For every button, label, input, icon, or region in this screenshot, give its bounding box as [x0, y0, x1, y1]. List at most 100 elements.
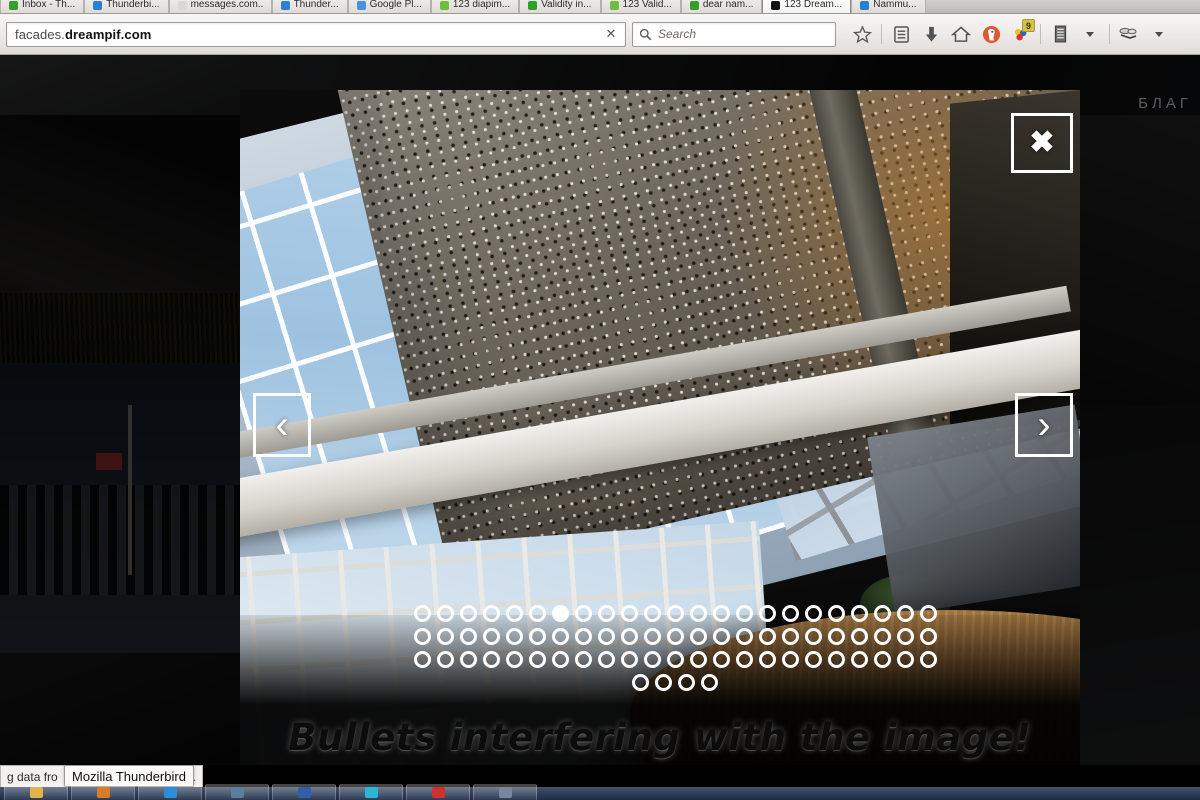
taskbar-item-recorder[interactable] — [406, 783, 470, 800]
bullet-indicator[interactable] — [528, 605, 546, 622]
browser-tab[interactable]: Inbox - Th... — [0, 0, 85, 13]
bullet-indicator[interactable] — [758, 651, 776, 668]
bullet-indicator[interactable] — [436, 651, 454, 668]
bullet-indicator[interactable] — [919, 605, 937, 622]
bullet-indicator[interactable] — [413, 651, 431, 668]
bullet-indicator[interactable] — [505, 628, 523, 645]
bullet-indicator[interactable] — [735, 605, 753, 622]
bullet-indicator[interactable] — [597, 651, 615, 668]
bullet-indicator[interactable] — [873, 628, 891, 645]
bullet-indicator[interactable] — [620, 605, 638, 622]
home-icon[interactable] — [947, 20, 975, 48]
bullet-indicator[interactable] — [678, 674, 695, 691]
browser-tab[interactable]: Nammu... — [851, 0, 926, 13]
browser-tab[interactable]: 123 Dream... — [762, 0, 852, 13]
bullet-indicator[interactable] — [873, 605, 891, 622]
bullet-indicator[interactable] — [827, 605, 845, 622]
bullet-indicator[interactable] — [643, 605, 661, 622]
bullet-indicator[interactable] — [482, 628, 500, 645]
bullet-indicator[interactable] — [655, 674, 672, 691]
bullet-indicator[interactable] — [850, 605, 868, 622]
bullet-indicator[interactable] — [689, 651, 707, 668]
bullet-indicator[interactable] — [701, 674, 718, 691]
bullet-indicator[interactable] — [781, 651, 799, 668]
bullet-indicator[interactable] — [597, 628, 615, 645]
bullet-indicator[interactable] — [505, 605, 523, 622]
browser-tab[interactable]: 123 Valid... — [600, 0, 681, 13]
bullet-indicator[interactable] — [482, 651, 500, 668]
browser-tab[interactable]: Thunder... — [271, 0, 348, 13]
browser-tab[interactable]: Validity in... — [519, 0, 601, 13]
bullet-indicator[interactable] — [804, 651, 822, 668]
fly-addon-icon[interactable] — [1115, 20, 1143, 48]
bullet-indicator[interactable] — [620, 628, 638, 645]
bullet-indicator[interactable] — [482, 605, 500, 622]
bullet-indicator[interactable] — [574, 605, 592, 622]
bullet-indicator[interactable] — [735, 651, 753, 668]
bullet-indicator[interactable] — [597, 605, 615, 622]
taskbar-item-files[interactable] — [272, 783, 336, 800]
search-box[interactable]: Search — [632, 21, 836, 47]
bullet-indicator[interactable] — [689, 605, 707, 622]
overflow-caret-icon[interactable] — [1145, 20, 1173, 48]
bullet-indicator[interactable] — [850, 651, 868, 668]
bullet-indicator[interactable] — [574, 628, 592, 645]
bullet-indicator[interactable] — [896, 605, 914, 622]
bullet-indicator[interactable] — [436, 628, 454, 645]
bullet-indicator[interactable] — [689, 628, 707, 645]
bullet-indicator[interactable] — [712, 605, 730, 622]
bullet-indicator[interactable] — [459, 605, 477, 622]
bullet-indicator[interactable] — [620, 651, 638, 668]
bullet-indicator[interactable] — [666, 628, 684, 645]
bullet-indicator[interactable] — [804, 605, 822, 622]
browser-tab[interactable]: Google Pl... — [347, 0, 431, 13]
next-arrow-icon[interactable]: › — [1015, 393, 1073, 457]
bullet-indicator[interactable] — [666, 651, 684, 668]
duckduckgo-icon[interactable] — [977, 20, 1005, 48]
taskbar-item-terminal[interactable] — [339, 783, 403, 800]
bullet-indicator[interactable] — [459, 651, 477, 668]
bullet-indicator[interactable] — [551, 605, 569, 622]
bullet-indicator[interactable] — [827, 651, 845, 668]
bullet-indicator[interactable] — [413, 605, 431, 622]
bullet-indicator[interactable] — [827, 628, 845, 645]
browser-tab[interactable]: 123 diapim... — [430, 0, 520, 13]
balloons-icon[interactable]: 9 — [1007, 19, 1035, 48]
bullet-indicator[interactable] — [436, 605, 454, 622]
bullet-indicator[interactable] — [528, 628, 546, 645]
bullet-indicator[interactable] — [781, 628, 799, 645]
bullet-indicator[interactable] — [873, 651, 891, 668]
bullet-indicator[interactable] — [643, 628, 661, 645]
browser-tab[interactable]: dear nam... — [680, 0, 763, 13]
bullet-indicator[interactable] — [551, 628, 569, 645]
bullet-indicator[interactable] — [919, 651, 937, 668]
bullet-indicator[interactable] — [528, 651, 546, 668]
bullet-indicator[interactable] — [551, 651, 569, 668]
taskbar-item-firefox[interactable] — [71, 783, 135, 800]
bullet-indicator[interactable] — [896, 651, 914, 668]
taskbar-item-editor[interactable] — [205, 783, 269, 800]
bullet-indicator[interactable] — [804, 628, 822, 645]
bullet-indicator[interactable] — [666, 605, 684, 622]
bullet-indicator[interactable] — [413, 628, 431, 645]
downloads-icon[interactable] — [917, 20, 945, 48]
bullet-indicator[interactable] — [735, 628, 753, 645]
taskbar-item-misc[interactable] — [473, 783, 537, 800]
bullet-indicator[interactable] — [781, 605, 799, 622]
bullet-indicator[interactable] — [850, 628, 868, 645]
bullet-indicator[interactable] — [632, 674, 649, 691]
bullet-indicator[interactable] — [919, 628, 937, 645]
bullet-indicator[interactable] — [712, 651, 730, 668]
address-bar[interactable]: facades.dreampif.com ✕ — [6, 21, 626, 47]
bookmark-star-icon[interactable] — [848, 20, 876, 48]
bullet-indicator[interactable] — [459, 628, 477, 645]
taskbar-item-folder[interactable] — [4, 783, 68, 800]
bullet-indicator[interactable] — [896, 628, 914, 645]
browser-tab[interactable]: messages.com... — [168, 0, 272, 13]
dropdown-caret-icon[interactable] — [1076, 20, 1104, 48]
taskbar-item-thunderbird[interactable] — [138, 783, 202, 800]
bullet-indicator[interactable] — [712, 628, 730, 645]
bullet-indicator[interactable] — [758, 628, 776, 645]
clear-url-button[interactable]: ✕ — [601, 24, 621, 44]
prev-arrow-icon[interactable]: ‹ — [253, 393, 311, 457]
